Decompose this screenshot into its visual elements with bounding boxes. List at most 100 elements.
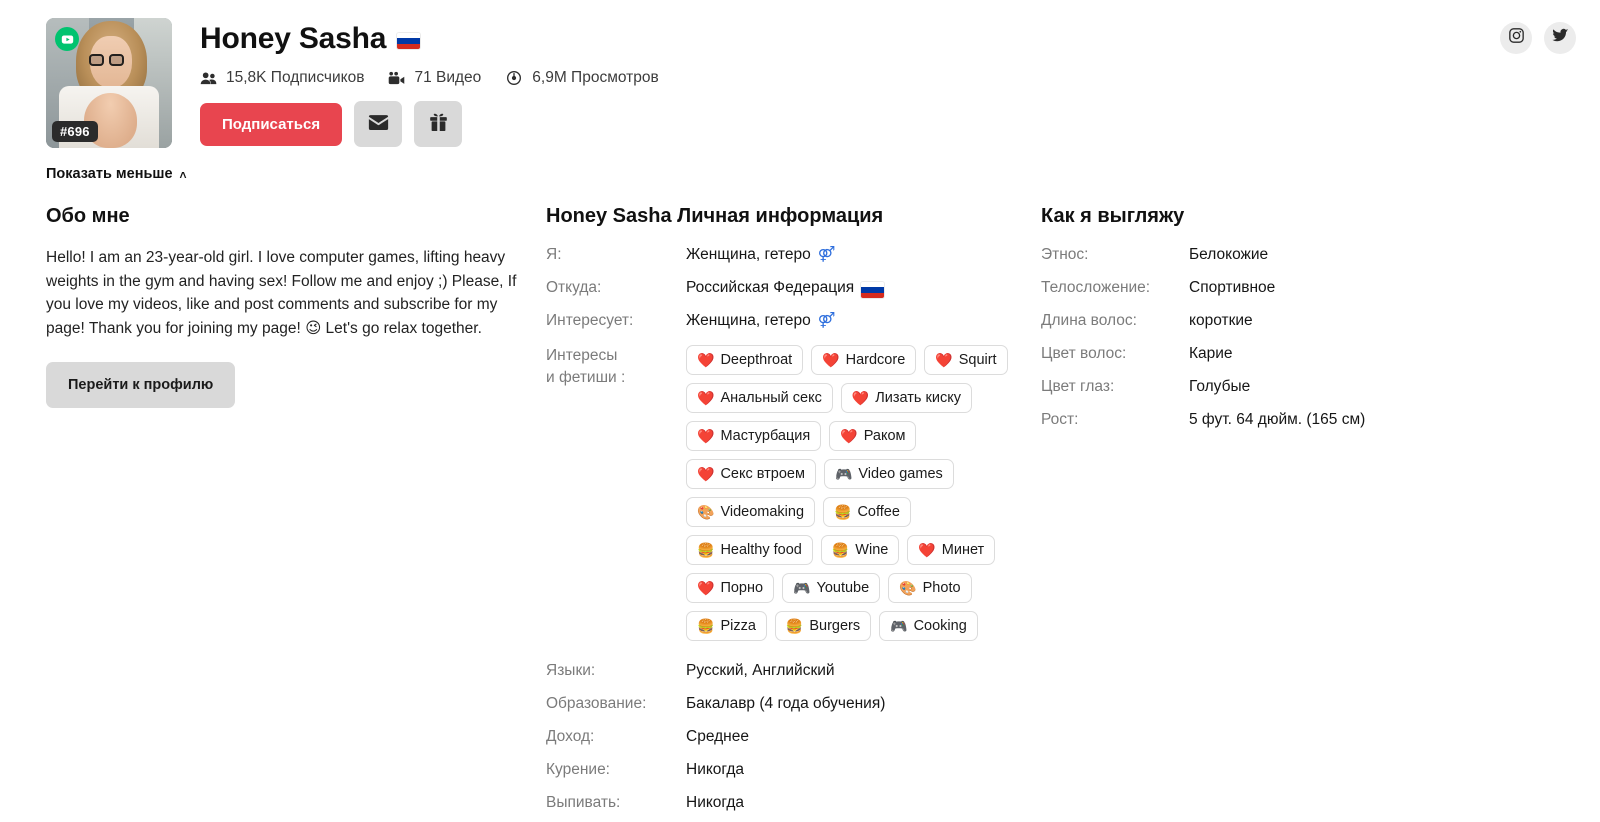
interest-tag-label: Секс втроем [720, 466, 805, 482]
interests-value: ❤️ Deepthroat ❤️ Hardcore ❤️ Squirt ❤️ Анальный… [686, 345, 1041, 662]
stat-videos-label: 71 Видео [414, 69, 482, 86]
interest-tag-label: Healthy food [720, 542, 802, 558]
interest-tag[interactable]: ❤️ Порно [686, 573, 775, 603]
burger-icon: 🍔 [834, 504, 852, 520]
interest-tag[interactable]: ❤️ Анальный секс [686, 383, 833, 413]
avatar[interactable]: #696 [46, 18, 172, 148]
interest-tag-label: Squirt [958, 352, 997, 368]
interest-tag[interactable]: ❤️ Лизать киску [840, 383, 972, 413]
about-title: Обо мне [46, 205, 130, 227]
info-value: Никогда [686, 794, 745, 811]
gift-icon [429, 113, 448, 135]
interest-tag-label: Photo [922, 580, 961, 596]
info-row-education: Образование: Бакалавр (4 года обучения) [546, 695, 1041, 728]
stats-row: 15,8K Подписчиков 71 Видео 6,9M Просмотр… [200, 69, 659, 87]
info-value: Российская Федерация [686, 279, 1041, 312]
ru-flag-icon [397, 33, 421, 49]
info-label: Курение: [546, 761, 610, 778]
info-value-text: Женщина, гетеро [686, 246, 811, 263]
heart-icon: ❤️ [840, 428, 858, 444]
info-value-text: Женщина, гетеро [686, 312, 811, 329]
heart-icon: ❤️ [697, 352, 715, 368]
interest-tag-label: Pizza [720, 618, 756, 634]
heart-icon: ❤️ [851, 390, 870, 406]
info-row-body-type: Телосложение: Спортивное [1041, 279, 1441, 312]
info-row-income: Доход: Среднее [546, 728, 1041, 761]
interest-tag[interactable]: ❤️ Раком [829, 421, 917, 451]
info-value: Среднее [686, 728, 749, 745]
gift-button[interactable] [414, 101, 463, 147]
info-label: Рост: [1041, 411, 1079, 428]
interest-tag[interactable]: 🎮 Youtube [782, 573, 881, 603]
interest-tag[interactable]: 🍔 Wine [820, 535, 900, 565]
live-video-icon [55, 27, 79, 51]
interest-tag-label: Wine [855, 542, 889, 558]
info-label: Этнос: [1041, 246, 1089, 263]
info-value: Русский, Английский [686, 662, 835, 679]
interest-tag[interactable]: ❤️ Минет [907, 535, 996, 565]
interest-tag-label: Video games [858, 466, 943, 482]
looks-column: Как я выгляжу Этнос: Белокожие Телосложе… [1041, 205, 1441, 822]
interest-tag[interactable]: 🍔 Coffee [823, 497, 911, 527]
profile-page: #696 Honey Sasha 15,8K Подписчиков 71 Ви… [0, 0, 1600, 822]
stat-views-label: 6,9M Просмотров [532, 69, 659, 86]
interest-tag-label: Deepthroat [720, 352, 793, 368]
about-text: Hello! I am an 23-year-old girl. I love … [46, 249, 517, 338]
interest-tag[interactable]: 🍔 Pizza [686, 611, 767, 641]
gender-heterosexual-icon: ⚤ [817, 312, 836, 329]
info-value: Голубые [1189, 378, 1251, 395]
personal-info-table: Я: Женщина, гетеро ⚤ Откуда: Российская … [546, 246, 1041, 822]
info-value: Женщина, гетеро ⚤ [686, 312, 1041, 345]
rank-badge: #696 [52, 121, 98, 142]
interest-tag-label: Coffee [857, 504, 900, 520]
instagram-link[interactable] [1500, 22, 1532, 54]
interest-tag[interactable]: ❤️ Squirt [924, 345, 1008, 375]
interest-tag[interactable]: 🎮 Cooking [879, 611, 978, 641]
info-label: Выпивать: [546, 794, 621, 811]
interest-tag[interactable]: 🎨 Videomaking [686, 497, 816, 527]
gender-heterosexual-icon: ⚤ [817, 246, 836, 263]
page-title: Honey Sasha [200, 22, 387, 55]
interest-tag-label: Мастурбация [720, 428, 811, 444]
stat-views: 6,9M Просмотров [505, 69, 659, 87]
interest-tag[interactable]: ❤️ Мастурбация [686, 421, 822, 451]
info-row-smoking: Курение: Никогда [546, 761, 1041, 794]
show-less-toggle[interactable]: Показать меньше ˄ [46, 166, 187, 182]
interest-tag-list: ❤️ Deepthroat ❤️ Hardcore ❤️ Squirt ❤️ Анальный… [686, 345, 1016, 647]
interest-tag[interactable]: ❤️ Секс втроем [686, 459, 816, 489]
interest-tag-label: Раком [863, 428, 906, 444]
palette-icon: 🎨 [697, 504, 715, 520]
gamepad-icon: 🎮 [793, 580, 811, 596]
interest-tag[interactable]: 🎨 Photo [888, 573, 972, 603]
heart-icon: ❤️ [918, 542, 936, 558]
profile-columns: Обо мне Hello! I am an 23-year-old girl.… [0, 183, 1600, 822]
info-row-hair-length: Длина волос: короткие [1041, 312, 1441, 345]
video-camera-icon [388, 71, 405, 86]
goto-profile-button[interactable]: Перейти к профилю [46, 361, 236, 408]
info-label: Цвет глаз: [1041, 378, 1115, 395]
info-label: Я: [546, 246, 562, 263]
profile-header: #696 Honey Sasha 15,8K Подписчиков 71 Ви… [0, 0, 1600, 148]
interest-tag-label: Порно [720, 580, 764, 596]
info-value: Спортивное [1189, 279, 1276, 296]
interests-label: Интересы и фетиши : [546, 345, 686, 662]
interest-tag[interactable]: 🍔 Healthy food [686, 535, 813, 565]
interest-tag[interactable]: ❤️ Deepthroat [686, 345, 804, 375]
info-row-ethnicity: Этнос: Белокожие [1041, 246, 1441, 279]
info-label: Интересует: [546, 312, 634, 329]
action-buttons: Подписаться [200, 101, 659, 147]
message-button[interactable] [354, 101, 403, 147]
info-value: Белокожие [1189, 246, 1269, 263]
twitter-link[interactable] [1544, 22, 1576, 54]
personal-column: Honey Sasha Личная информация Я: Женщина… [546, 205, 1041, 822]
interest-tag[interactable]: ❤️ Hardcore [811, 345, 917, 375]
interest-tag[interactable]: 🍔 Burgers [774, 611, 872, 641]
info-value: 5 фут. 64 дюйм. (165 см) [1189, 411, 1366, 428]
subscribe-button[interactable]: Подписаться [200, 102, 343, 146]
interest-tag-label: Hardcore [845, 352, 906, 368]
info-value: Бакалавр (4 года обучения) [686, 695, 886, 712]
interest-tag[interactable]: 🎮 Video games [823, 459, 954, 489]
interest-tag-label: Burgers [809, 618, 861, 634]
stat-subscribers: 15,8K Подписчиков [200, 69, 364, 87]
stat-subscribers-label: 15,8K Подписчиков [226, 69, 365, 86]
